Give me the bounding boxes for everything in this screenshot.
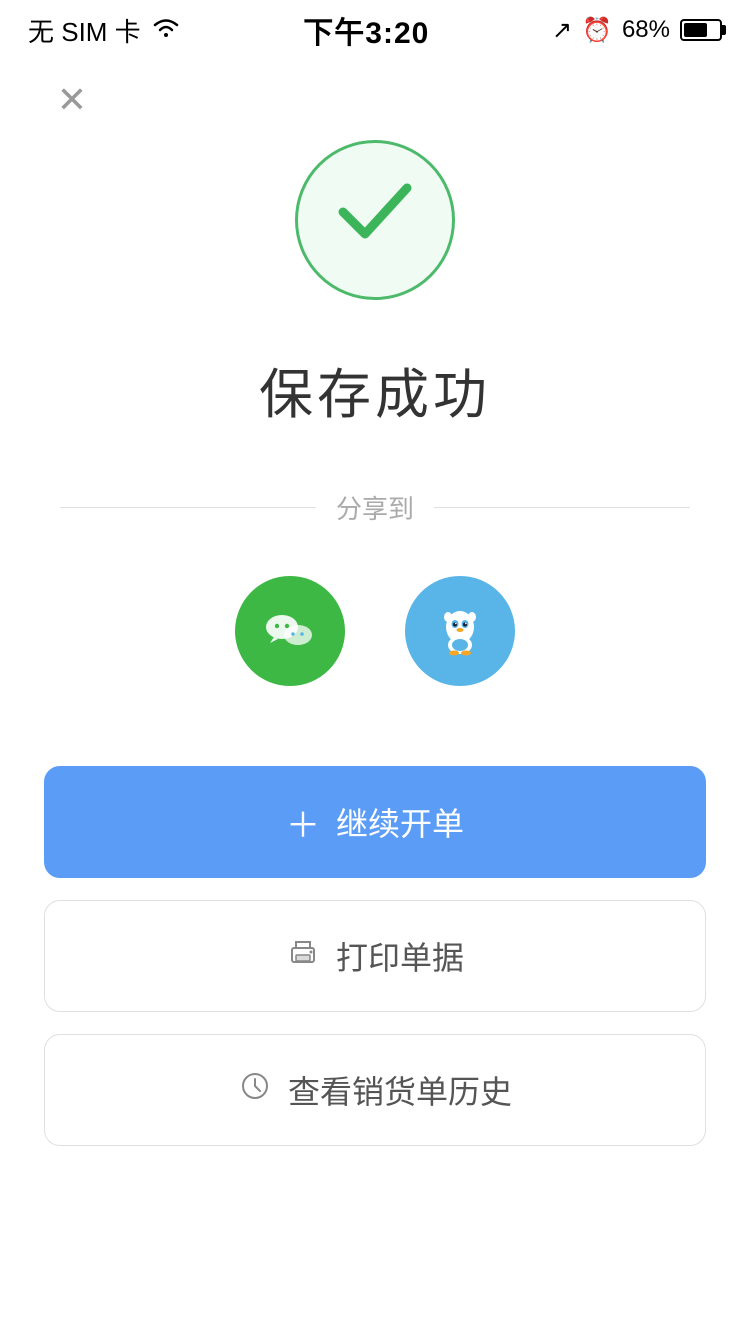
history-button[interactable]: 查看销货单历史 [44, 1034, 706, 1146]
wifi-icon [151, 15, 181, 46]
close-button[interactable]: ✕ [44, 72, 100, 128]
share-label: 分享到 [316, 489, 434, 526]
history-label: 查看销货单历史 [288, 1067, 512, 1113]
plus-icon: ＋ [286, 798, 320, 847]
divider-line-left [60, 507, 316, 508]
alarm-icon: ⏰ [582, 16, 612, 45]
status-bar: 无 SIM 卡 下午3:20 ↗ ⏰ 68% [0, 0, 750, 60]
status-left: 无 SIM 卡 [28, 12, 181, 49]
continue-order-label: 继续开单 [336, 799, 464, 845]
continue-order-button[interactable]: ＋ 继续开单 [44, 766, 706, 878]
action-buttons: ＋ 继续开单 打印单据 [0, 766, 750, 1146]
wechat-share-button[interactable] [235, 576, 345, 686]
print-button[interactable]: 打印单据 [44, 900, 706, 1012]
divider-line-right [434, 507, 690, 508]
share-divider: 分享到 [0, 489, 750, 526]
success-circle [295, 140, 455, 300]
carrier-text: 无 SIM 卡 [28, 12, 141, 49]
share-row [235, 576, 515, 686]
print-label: 打印单据 [336, 933, 464, 979]
checkmark-icon [335, 176, 415, 259]
clock-icon [238, 1069, 272, 1112]
main-content: 保存成功 分享到 [0, 60, 750, 1146]
qq-share-button[interactable] [405, 576, 515, 686]
location-icon: ↗ [552, 16, 572, 45]
battery-percent: 68% [622, 16, 670, 44]
battery-icon [680, 19, 722, 41]
save-title: 保存成功 [259, 350, 491, 429]
print-icon [286, 935, 320, 978]
status-time: 下午3:20 [303, 8, 429, 52]
status-right: ↗ ⏰ 68% [552, 16, 722, 45]
